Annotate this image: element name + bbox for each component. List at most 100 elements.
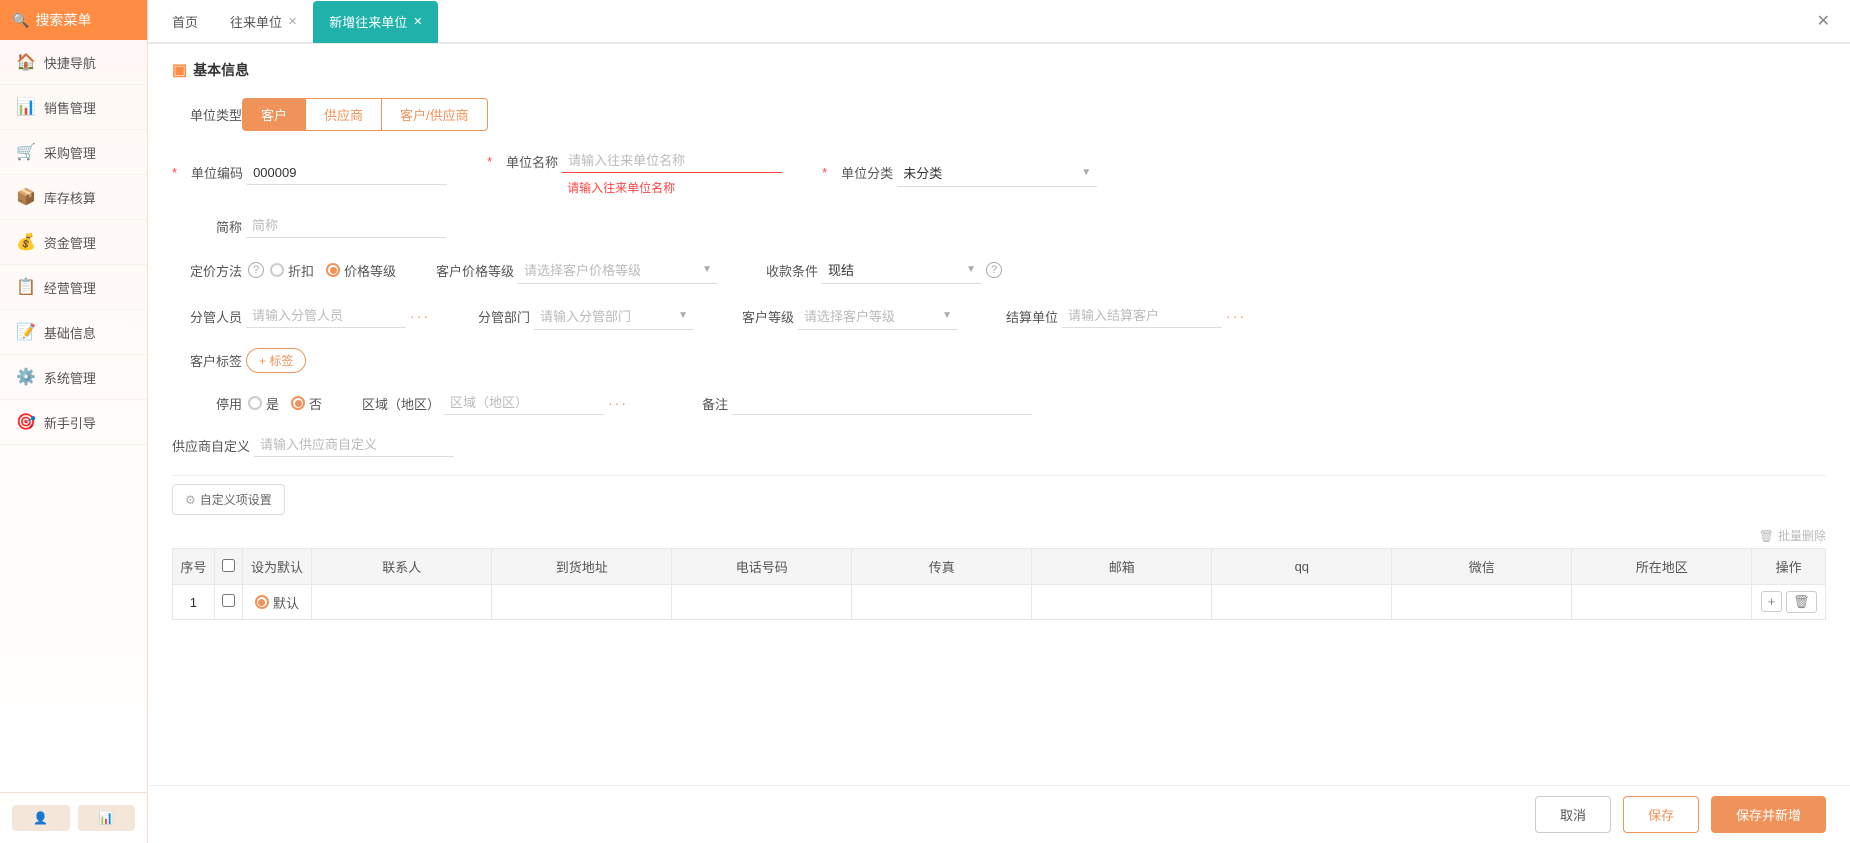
form-area: ▣ 基本信息 单位类型 客户 供应商 客户/供应商 * 单位编码 *: [148, 44, 1850, 785]
unit-code-input[interactable]: [247, 161, 447, 185]
inventory-icon: 📦: [16, 187, 36, 207]
wechat-input[interactable]: [1398, 596, 1565, 610]
unit-type-label: 单位类型: [172, 105, 242, 124]
manager-input[interactable]: [246, 304, 406, 328]
sidebar-item-quick-nav[interactable]: 🏠 快捷导航: [0, 40, 147, 85]
cancel-button[interactable]: 取消: [1535, 796, 1611, 833]
region-table-input[interactable]: [1578, 596, 1745, 610]
batch-delete-icon: 🗑: [1759, 529, 1774, 543]
th-fax: 传真: [852, 549, 1032, 585]
section-title-icon: ▣: [172, 60, 187, 80]
sales-icon: 📊: [16, 97, 36, 117]
tab-partners[interactable]: 往来单位 ✕: [214, 1, 313, 43]
sidebar-bottom-btn-1[interactable]: 👤: [12, 805, 70, 831]
row-checkbox[interactable]: [222, 594, 235, 607]
note-input[interactable]: [732, 391, 1032, 415]
unit-name-error: 请输入往来单位名称: [567, 179, 675, 196]
footer: 取消 保存 保存并新增: [148, 785, 1850, 843]
fax-input[interactable]: [858, 596, 1025, 610]
default-radio[interactable]: 默认: [249, 593, 306, 612]
th-action: 操作: [1752, 549, 1826, 585]
sidebar-item-purchase[interactable]: 🛒 采购管理: [0, 130, 147, 175]
phone-input[interactable]: [678, 596, 845, 610]
sidebar-item-system[interactable]: ⚙️ 系统管理: [0, 355, 147, 400]
pt-chevron: ▼: [966, 264, 976, 275]
unit-name-input[interactable]: [562, 149, 782, 173]
th-seq: 序号: [173, 549, 215, 585]
supplier-custom-input[interactable]: [254, 433, 454, 457]
radio-no[interactable]: 否: [291, 394, 322, 413]
table-add-btn[interactable]: +: [1761, 591, 1783, 612]
sidebar-item-label: 采购管理: [44, 143, 96, 162]
default-radio-dot: [258, 599, 265, 606]
sidebar-bottom-btn-2[interactable]: 📊: [78, 805, 136, 831]
batch-delete-btn[interactable]: 🗑 批量删除: [1759, 527, 1826, 544]
td-fax: [852, 585, 1032, 620]
tab-partners-close[interactable]: ✕: [288, 15, 297, 28]
settlement-more-btn[interactable]: ···: [1226, 308, 1246, 324]
row-disabled-region: 停用 是 否 区域（地区）: [172, 391, 1826, 415]
default-radio-label: 默认: [273, 593, 299, 612]
sidebar-item-label: 销售管理: [44, 98, 96, 117]
td-phone: [672, 585, 852, 620]
qq-input[interactable]: [1218, 596, 1385, 610]
save-new-button[interactable]: 保存并新增: [1711, 796, 1826, 833]
sidebar-item-guide[interactable]: 🎯 新手引导: [0, 400, 147, 445]
tab-home[interactable]: 首页: [156, 1, 214, 43]
pricing-help-icon[interactable]: ?: [248, 262, 264, 278]
cl-chevron: ▼: [942, 310, 952, 321]
section-title-text: 基本信息: [193, 60, 249, 80]
payment-terms-select[interactable]: 现结 ▼: [822, 256, 982, 284]
settlement-unit-input[interactable]: [1062, 304, 1222, 328]
unit-name-field: * 单位名称 请输入往来单位名称: [487, 149, 782, 196]
tab-new-partner[interactable]: 新增往来单位 ✕: [313, 1, 438, 43]
unit-category-chevron: ▼: [1081, 167, 1091, 178]
custom-setting-btn[interactable]: ⚙ 自定义项设置: [172, 484, 285, 515]
global-close-btn[interactable]: ✕: [1805, 11, 1842, 31]
customer-tag-label: 客户标签: [172, 351, 242, 370]
short-name-input[interactable]: [246, 214, 446, 238]
customer-price-level-select[interactable]: 请选择客户价格等级 ▼: [518, 256, 718, 284]
short-name-label: 简称: [172, 217, 242, 236]
search-menu-btn[interactable]: 🔍 搜索菜单: [0, 0, 147, 40]
td-address: [492, 585, 672, 620]
customer-level-select[interactable]: 请选择客户等级 ▼: [798, 302, 958, 330]
save-button[interactable]: 保存: [1623, 796, 1699, 833]
td-action: + 🗑: [1752, 585, 1826, 620]
note-label: 备注: [668, 394, 728, 413]
add-tag-btn[interactable]: + 标签: [246, 348, 306, 373]
type-btn-both[interactable]: 客户/供应商: [382, 98, 488, 131]
address-input[interactable]: [498, 596, 665, 610]
unit-category-select[interactable]: 未分类 ▼: [897, 159, 1097, 187]
region-input[interactable]: [444, 391, 604, 415]
custom-setting-label: 自定义项设置: [200, 491, 272, 508]
type-btn-supplier[interactable]: 供应商: [306, 98, 382, 131]
table-del-btn[interactable]: 🗑: [1786, 591, 1817, 613]
sidebar-item-sales[interactable]: 📊 销售管理: [0, 85, 147, 130]
payment-help-icon[interactable]: ?: [986, 262, 1002, 278]
sidebar-item-operations[interactable]: 📋 经营管理: [0, 265, 147, 310]
sidebar-item-inventory[interactable]: 📦 库存核算: [0, 175, 147, 220]
default-radio-circle: [255, 595, 269, 609]
radio-discount[interactable]: 折扣: [270, 261, 314, 280]
table-row: 1 默认: [173, 585, 1826, 620]
radio-yes[interactable]: 是: [248, 394, 279, 413]
radio-price-level-label: 价格等级: [344, 261, 396, 280]
row-short-name: 简称: [172, 214, 1826, 238]
contact-table: 序号 设为默认 联系人 到货地址 电话号码 传真 邮箱 qq 微信 所在地区 操…: [172, 548, 1826, 620]
department-select[interactable]: 请输入分管部门 ▼: [534, 302, 694, 330]
contact-input[interactable]: [318, 596, 485, 610]
email-input[interactable]: [1038, 596, 1205, 610]
sidebar-item-finance[interactable]: 💰 资金管理: [0, 220, 147, 265]
select-all-checkbox[interactable]: [222, 559, 235, 572]
manager-more-btn[interactable]: ···: [410, 308, 430, 324]
region-field: 区域（地区） ···: [362, 391, 628, 415]
th-wechat: 微信: [1392, 549, 1572, 585]
th-phone: 电话号码: [672, 549, 852, 585]
tab-new-partner-close[interactable]: ✕: [413, 15, 422, 28]
sidebar-item-basic-info[interactable]: 📝 基础信息: [0, 310, 147, 355]
sidebar: 🔍 搜索菜单 🏠 快捷导航 📊 销售管理 🛒 采购管理 📦 库存核算 💰 资金管…: [0, 0, 148, 843]
type-btn-customer[interactable]: 客户: [242, 98, 306, 131]
region-more-btn[interactable]: ···: [608, 395, 628, 411]
radio-price-level[interactable]: 价格等级: [326, 261, 396, 280]
